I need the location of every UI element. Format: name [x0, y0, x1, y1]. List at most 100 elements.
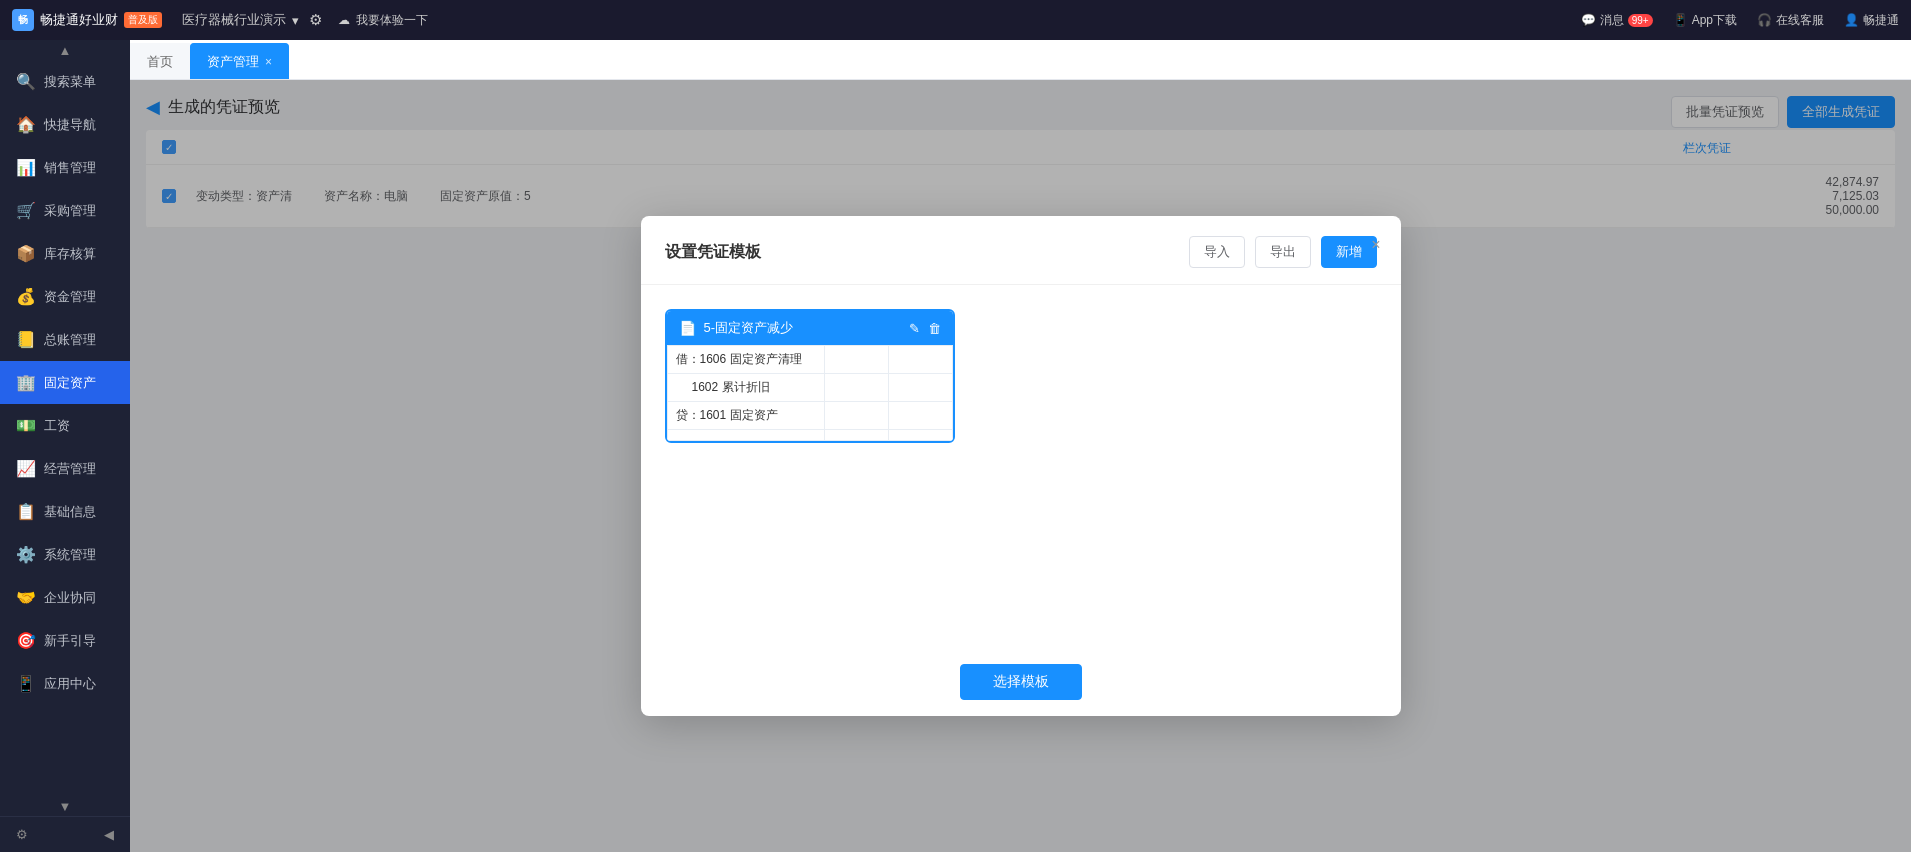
- version-badge: 普及版: [124, 12, 162, 28]
- template-delete-icon[interactable]: 🗑: [928, 321, 941, 336]
- cooperation-icon: 🤝: [16, 588, 36, 607]
- credit-col-2: [888, 374, 952, 402]
- content-area: 首页 资产管理 × ◀ 生成的凭证预览 ✓: [130, 40, 1911, 852]
- cloud-icon: ☁: [338, 13, 350, 27]
- logo-title: 畅捷通好业财: [40, 11, 118, 29]
- template-card: 📄 5-固定资产减少 ✎ 🗑: [665, 309, 955, 443]
- account-col-4: [667, 430, 824, 441]
- credit-col-3: [888, 402, 952, 430]
- sidebar-item-operations[interactable]: 📈 经营管理: [0, 447, 130, 490]
- debit-col-2: [824, 374, 888, 402]
- system-icon: ⚙️: [16, 545, 36, 564]
- template-row-1: 借：1606 固定资产清理: [667, 346, 952, 374]
- sidebar-item-finance[interactable]: 💰 资金管理: [0, 275, 130, 318]
- operations-icon: 📈: [16, 459, 36, 478]
- sidebar-item-system[interactable]: ⚙️ 系统管理: [0, 533, 130, 576]
- sidebar-item-ledger[interactable]: 📒 总账管理: [0, 318, 130, 361]
- notification-action[interactable]: 💬 消息 99+: [1581, 12, 1653, 29]
- set-template-modal: × 设置凭证模板 导入 导出 新增 📄: [641, 216, 1401, 716]
- template-row-2: 1602 累计折旧: [667, 374, 952, 402]
- sidebar-footer: ⚙ ◀: [0, 816, 130, 852]
- sidebar-item-label: 企业协同: [44, 589, 96, 607]
- tab-asset-mgmt-label: 资产管理: [207, 53, 259, 71]
- sidebar-item-app-center[interactable]: 📱 应用中心: [0, 662, 130, 705]
- export-button[interactable]: 导出: [1255, 236, 1311, 268]
- guide-icon: 🎯: [16, 631, 36, 650]
- sidebar-scroll-up[interactable]: ▲: [0, 40, 130, 60]
- sidebar-item-purchase[interactable]: 🛒 采购管理: [0, 189, 130, 232]
- modal-close-button[interactable]: ×: [1367, 232, 1384, 258]
- credit-col-1: [888, 346, 952, 374]
- finance-icon: 💰: [16, 287, 36, 306]
- tab-close-icon[interactable]: ×: [265, 55, 272, 69]
- sidebar-item-search[interactable]: 🔍 搜索菜单: [0, 60, 130, 103]
- user-avatar-action[interactable]: 👤 畅捷通: [1844, 12, 1899, 29]
- select-template-button[interactable]: 选择模板: [960, 664, 1082, 700]
- account-col-3: 贷：1601 固定资产: [667, 402, 824, 430]
- sidebar-item-label: 快捷导航: [44, 116, 96, 134]
- template-row-3: 贷：1601 固定资产: [667, 402, 952, 430]
- tab-home-label: 首页: [147, 53, 173, 71]
- template-card-title: 5-固定资产减少: [704, 319, 901, 337]
- avatar: 👤: [1844, 13, 1859, 27]
- experience-button[interactable]: ☁ 我要体验一下: [338, 12, 428, 29]
- sidebar-collapse-icon[interactable]: ◀: [104, 827, 114, 842]
- sidebar-item-label: 工资: [44, 417, 70, 435]
- payroll-icon: 💵: [16, 416, 36, 435]
- debit-col-3: [824, 402, 888, 430]
- sidebar-item-label: 固定资产: [44, 374, 96, 392]
- header-settings-icon[interactable]: ⚙: [309, 11, 322, 29]
- sidebar-scroll-down[interactable]: ▼: [0, 796, 130, 816]
- sidebar-item-quick-nav[interactable]: 🏠 快捷导航: [0, 103, 130, 146]
- template-doc-icon: 📄: [679, 320, 696, 336]
- template-edit-icon[interactable]: ✎: [909, 321, 920, 336]
- sidebar-item-label: 销售管理: [44, 159, 96, 177]
- notification-icon: 💬: [1581, 13, 1596, 27]
- modal-footer: 选择模板: [641, 648, 1401, 716]
- template-accounts-table: 借：1606 固定资产清理 1602 累计折旧: [667, 345, 953, 441]
- modal-header: 设置凭证模板 导入 导出 新增: [641, 216, 1401, 285]
- headset-icon: 🎧: [1757, 13, 1772, 27]
- sidebar-item-fixed-assets[interactable]: 🏢 固定资产: [0, 361, 130, 404]
- sidebar-item-label: 总账管理: [44, 331, 96, 349]
- sidebar-item-label: 应用中心: [44, 675, 96, 693]
- dropdown-icon: ▾: [292, 13, 299, 28]
- modal-overlay: × 设置凭证模板 导入 导出 新增 📄: [130, 80, 1911, 852]
- logo: 畅 畅捷通好业财 普及版: [12, 9, 162, 31]
- tab-bar: 首页 资产管理 ×: [130, 40, 1911, 80]
- home-icon: 🏠: [16, 115, 36, 134]
- sidebar-item-inventory[interactable]: 📦 库存核算: [0, 232, 130, 275]
- online-service-action[interactable]: 🎧 在线客服: [1757, 12, 1824, 29]
- debit-col-4: [824, 430, 888, 441]
- sidebar-item-label: 经营管理: [44, 460, 96, 478]
- sidebar-item-guide[interactable]: 🎯 新手引导: [0, 619, 130, 662]
- sidebar-item-cooperation[interactable]: 🤝 企业协同: [0, 576, 130, 619]
- company-selector[interactable]: 医疗器械行业演示 ▾: [182, 11, 299, 29]
- modal-title: 设置凭证模板: [665, 242, 761, 263]
- sidebar-item-label: 新手引导: [44, 632, 96, 650]
- sidebar-item-label: 资金管理: [44, 288, 96, 306]
- sidebar-item-payroll[interactable]: 💵 工资: [0, 404, 130, 447]
- sidebar-item-label: 采购管理: [44, 202, 96, 220]
- tab-home[interactable]: 首页: [130, 43, 190, 79]
- app-download-action[interactable]: 📱 App下载: [1673, 12, 1737, 29]
- page-content: ◀ 生成的凭证预览 ✓ ✓ 变动类型：资产清 资产名称：电脑 固定资产原值：5: [130, 80, 1911, 852]
- import-button[interactable]: 导入: [1189, 236, 1245, 268]
- app-center-icon: 📱: [16, 674, 36, 693]
- sidebar: ▲ 🔍 搜索菜单 🏠 快捷导航 📊 销售管理 🛒 采购管理 📦 库存核算: [0, 40, 130, 852]
- header-right-actions: 💬 消息 99+ 📱 App下载 🎧 在线客服 👤 畅捷通: [1581, 12, 1899, 29]
- sidebar-settings-icon[interactable]: ⚙: [16, 827, 28, 842]
- logo-icon: 畅: [12, 9, 34, 31]
- sidebar-item-basic-info[interactable]: 📋 基础信息: [0, 490, 130, 533]
- search-icon: 🔍: [16, 72, 36, 91]
- sidebar-item-sales[interactable]: 📊 销售管理: [0, 146, 130, 189]
- sidebar-item-label: 基础信息: [44, 503, 96, 521]
- tab-asset-mgmt[interactable]: 资产管理 ×: [190, 43, 289, 79]
- sidebar-item-label: 搜索菜单: [44, 73, 96, 91]
- modal-body: 📄 5-固定资产减少 ✎ 🗑: [641, 285, 1401, 648]
- template-card-actions: ✎ 🗑: [909, 321, 941, 336]
- modal-header-actions: 导入 导出 新增: [1189, 236, 1377, 268]
- debit-col-1: [824, 346, 888, 374]
- company-name: 医疗器械行业演示: [182, 11, 286, 29]
- sales-icon: 📊: [16, 158, 36, 177]
